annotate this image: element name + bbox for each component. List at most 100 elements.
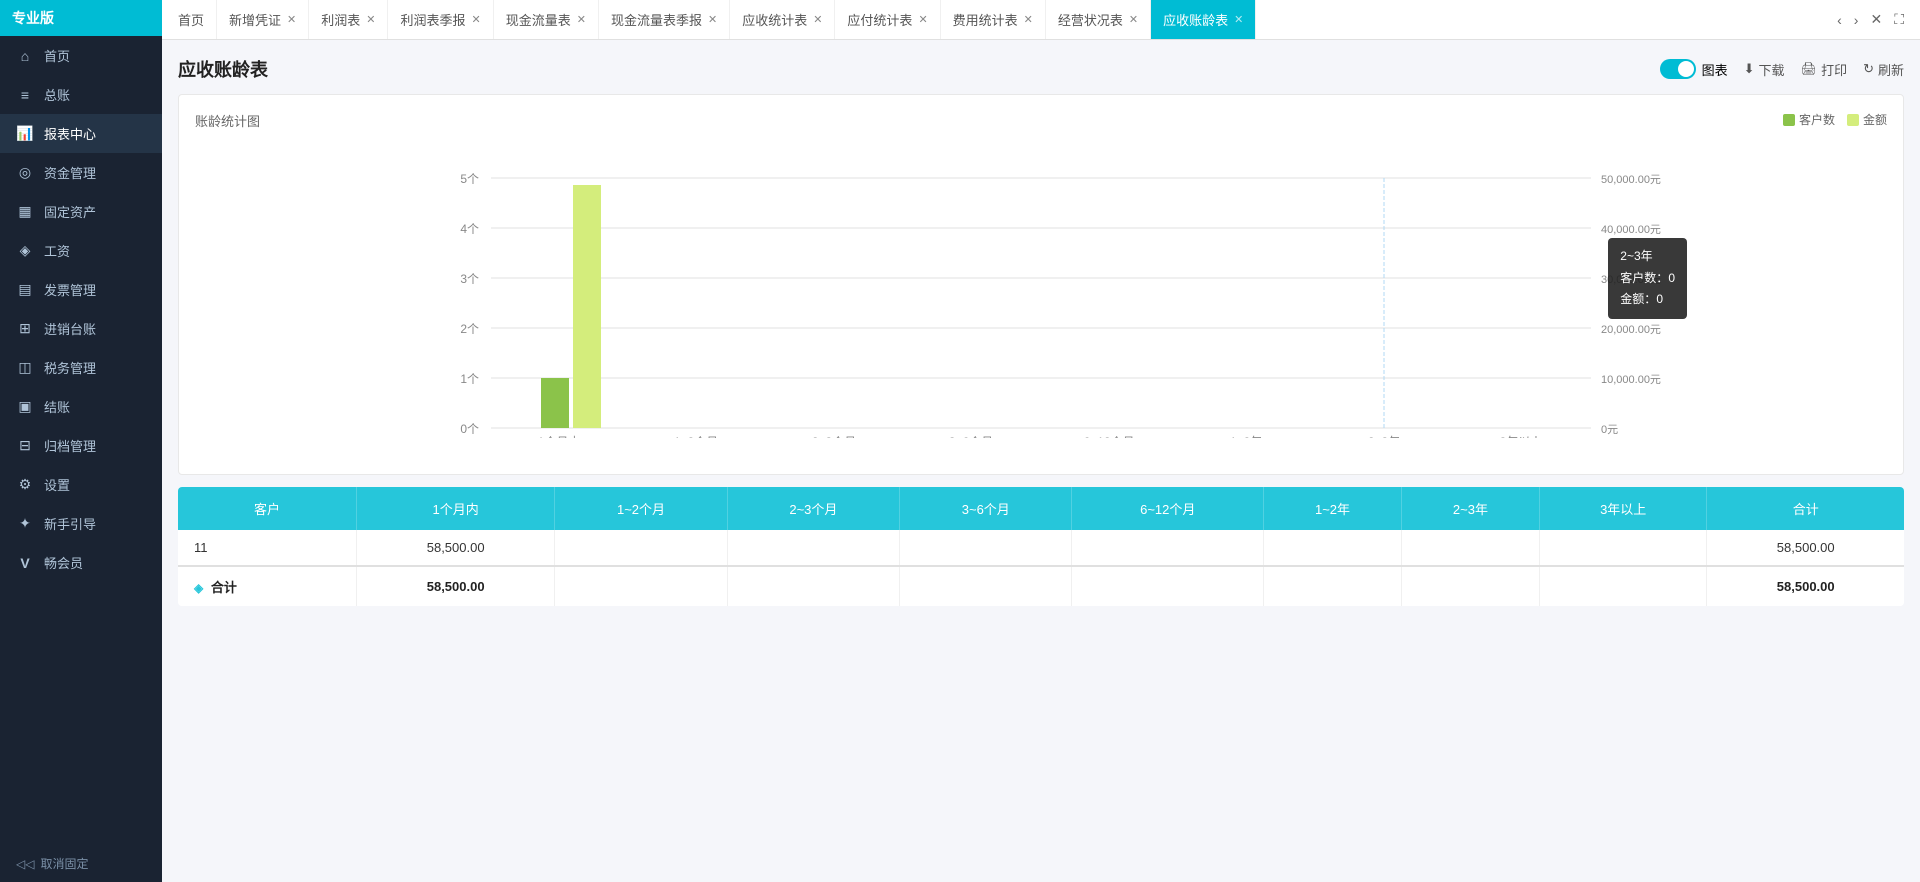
header-actions: 图表 ⬇ 下载 🖨 打印 ↻ 刷新 <box>1660 59 1904 79</box>
chart-container: 0个 1个 2个 3个 4个 5个 0元 10,000.00元 <box>195 138 1887 458</box>
pin-label: 取消固定 <box>40 855 88 872</box>
tab-receivable-stat[interactable]: 应收统计表 ✕ <box>730 0 835 40</box>
page-header: 应收账龄表 图表 ⬇ 下载 🖨 打印 ↻ 刷新 <box>178 56 1904 82</box>
tab-voucher[interactable]: 新增凭证 ✕ <box>217 0 309 40</box>
svg-text:2个: 2个 <box>460 322 479 336</box>
footer-total: 58,500.00 <box>1707 566 1904 606</box>
row-y3plus <box>1539 530 1707 566</box>
sidebar-item-invoice[interactable]: ▤ 发票管理 <box>0 270 162 309</box>
sidebar-label-vip: 畅会员 <box>44 553 83 572</box>
col-m3-6: 3~6个月 <box>900 487 1072 530</box>
tab-business-stat-label: 经营状况表 <box>1058 10 1123 29</box>
chart-toggle[interactable] <box>1660 59 1696 79</box>
sidebar-item-ledger[interactable]: ≡ 总账 <box>0 75 162 114</box>
legend-amount: 金额 <box>1847 111 1887 128</box>
app-logo: 专业版 <box>0 0 162 36</box>
tab-expense-stat[interactable]: 费用统计表 ✕ <box>941 0 1046 40</box>
tab-profit-quarter-close[interactable]: ✕ <box>472 13 481 26</box>
legend-dot-customer <box>1783 114 1795 126</box>
tab-ar-aging[interactable]: 应收账龄表 ✕ <box>1151 0 1256 40</box>
tab-profit[interactable]: 利润表 ✕ <box>309 0 388 40</box>
svg-text:2~3个月: 2~3个月 <box>812 435 856 438</box>
svg-text:3年以上: 3年以上 <box>1500 435 1543 438</box>
tab-business-stat[interactable]: 经营状况表 ✕ <box>1046 0 1151 40</box>
sidebar-item-settings[interactable]: ⚙ 设置 <box>0 465 162 504</box>
sidebar-pin-toggle[interactable]: ◁◁ 取消固定 <box>0 845 162 882</box>
tab-next-button[interactable]: › <box>1850 10 1863 30</box>
sidebar-item-funds[interactable]: ◎ 资金管理 <box>0 153 162 192</box>
sidebar-item-close[interactable]: ▣ 结账 <box>0 387 162 426</box>
sidebar-label-funds: 资金管理 <box>44 163 96 182</box>
tab-profit-close[interactable]: ✕ <box>366 13 375 26</box>
refresh-button[interactable]: ↻ 刷新 <box>1863 60 1904 79</box>
chart-toggle-group: 图表 <box>1660 59 1728 79</box>
sidebar-label-ledger: 总账 <box>44 85 70 104</box>
tab-payable-stat-close[interactable]: ✕ <box>918 13 927 26</box>
svg-text:0元: 0元 <box>1601 424 1618 436</box>
sidebar-item-vip[interactable]: V 畅会员 <box>0 543 162 582</box>
ledger-icon: ≡ <box>16 87 34 103</box>
tab-cashflow-quarter[interactable]: 现金流量表季报 ✕ <box>599 0 730 40</box>
tab-cashflow[interactable]: 现金流量表 ✕ <box>494 0 599 40</box>
svg-text:1个月内: 1个月内 <box>538 435 581 438</box>
home-icon: ⌂ <box>16 48 34 64</box>
tab-business-stat-close[interactable]: ✕ <box>1129 13 1138 26</box>
guide-icon: ✦ <box>16 515 34 532</box>
svg-text:3个: 3个 <box>460 272 479 286</box>
total-icon: ◈ <box>194 581 203 595</box>
table-footer-row: ◈ 合计 58,500.00 58,500.00 <box>178 566 1904 606</box>
footer-y1-2 <box>1264 566 1402 606</box>
sidebar-item-reports[interactable]: 📊 报表中心 <box>0 114 162 153</box>
sidebar-label-assets: 固定资产 <box>44 202 96 221</box>
sidebar-label-invoice: 发票管理 <box>44 280 96 299</box>
sidebar-item-tax[interactable]: ◫ 税务管理 <box>0 348 162 387</box>
col-m1-2: 1~2个月 <box>555 487 727 530</box>
tab-controls: ‹ › ✕ ⛶ <box>1825 9 1916 30</box>
svg-text:5个: 5个 <box>460 172 479 186</box>
assets-icon: ▦ <box>16 203 34 220</box>
tab-expense-stat-close[interactable]: ✕ <box>1024 13 1033 26</box>
sidebar-item-guide[interactable]: ✦ 新手引导 <box>0 504 162 543</box>
download-button[interactable]: ⬇ 下载 <box>1744 60 1785 79</box>
tax-icon: ◫ <box>16 359 34 376</box>
tab-home[interactable]: 首页 <box>166 0 217 40</box>
print-button[interactable]: 🖨 打印 <box>1801 60 1848 79</box>
download-label: 下载 <box>1759 60 1785 79</box>
legend-dot-amount <box>1847 114 1859 126</box>
footer-m6-12 <box>1072 566 1264 606</box>
tab-prev-button[interactable]: ‹ <box>1833 10 1846 30</box>
chart-title: 账龄统计图 <box>195 111 1887 130</box>
col-total: 合计 <box>1707 487 1904 530</box>
tab-profit-label: 利润表 <box>321 10 360 29</box>
main-area: 首页 新增凭证 ✕ 利润表 ✕ 利润表季报 ✕ 现金流量表 ✕ 现金流量表季报 … <box>162 0 1920 882</box>
tab-ar-aging-close[interactable]: ✕ <box>1234 13 1243 26</box>
svg-text:4个: 4个 <box>460 222 479 236</box>
tab-cashflow-close[interactable]: ✕ <box>577 13 586 26</box>
sidebar-item-home[interactable]: ⌂ 首页 <box>0 36 162 75</box>
row-m1: 58,500.00 <box>357 530 555 566</box>
tab-voucher-close[interactable]: ✕ <box>287 13 296 26</box>
sidebar-label-close: 结账 <box>44 397 70 416</box>
row-m6-12 <box>1072 530 1264 566</box>
tab-profit-quarter-label: 利润表季报 <box>400 10 465 29</box>
sidebar-item-salary[interactable]: ◈ 工资 <box>0 231 162 270</box>
tab-profit-quarter[interactable]: 利润表季报 ✕ <box>388 0 493 40</box>
sidebar-item-assets[interactable]: ▦ 固定资产 <box>0 192 162 231</box>
sidebar-item-archive[interactable]: ⊟ 归档管理 <box>0 426 162 465</box>
tab-close-all-button[interactable]: ✕ <box>1866 9 1886 30</box>
tab-cashflow-quarter-close[interactable]: ✕ <box>708 13 717 26</box>
tab-maximize-button[interactable]: ⛶ <box>1890 9 1908 30</box>
chart-svg: 0个 1个 2个 3个 4个 5个 0元 10,000.00元 <box>195 138 1887 438</box>
footer-y2-3 <box>1401 566 1539 606</box>
col-y1-2: 1~2年 <box>1264 487 1402 530</box>
tab-payable-stat-label: 应付统计表 <box>847 10 912 29</box>
tab-receivable-stat-close[interactable]: ✕ <box>813 13 822 26</box>
tab-payable-stat[interactable]: 应付统计表 ✕ <box>835 0 940 40</box>
ar-aging-table: 客户 1个月内 1~2个月 2~3个月 3~6个月 6~12个月 1~2年 2~… <box>178 487 1904 606</box>
settings-icon: ⚙ <box>16 476 34 493</box>
svg-text:1~2个月: 1~2个月 <box>674 435 718 438</box>
sidebar-item-inventory[interactable]: ⊞ 进销台账 <box>0 309 162 348</box>
sidebar-label-inventory: 进销台账 <box>44 319 96 338</box>
chart-card: 账龄统计图 客户数 金额 0个 1个 2个 3个 4个 <box>178 94 1904 475</box>
tab-cashflow-quarter-label: 现金流量表季报 <box>611 10 702 29</box>
